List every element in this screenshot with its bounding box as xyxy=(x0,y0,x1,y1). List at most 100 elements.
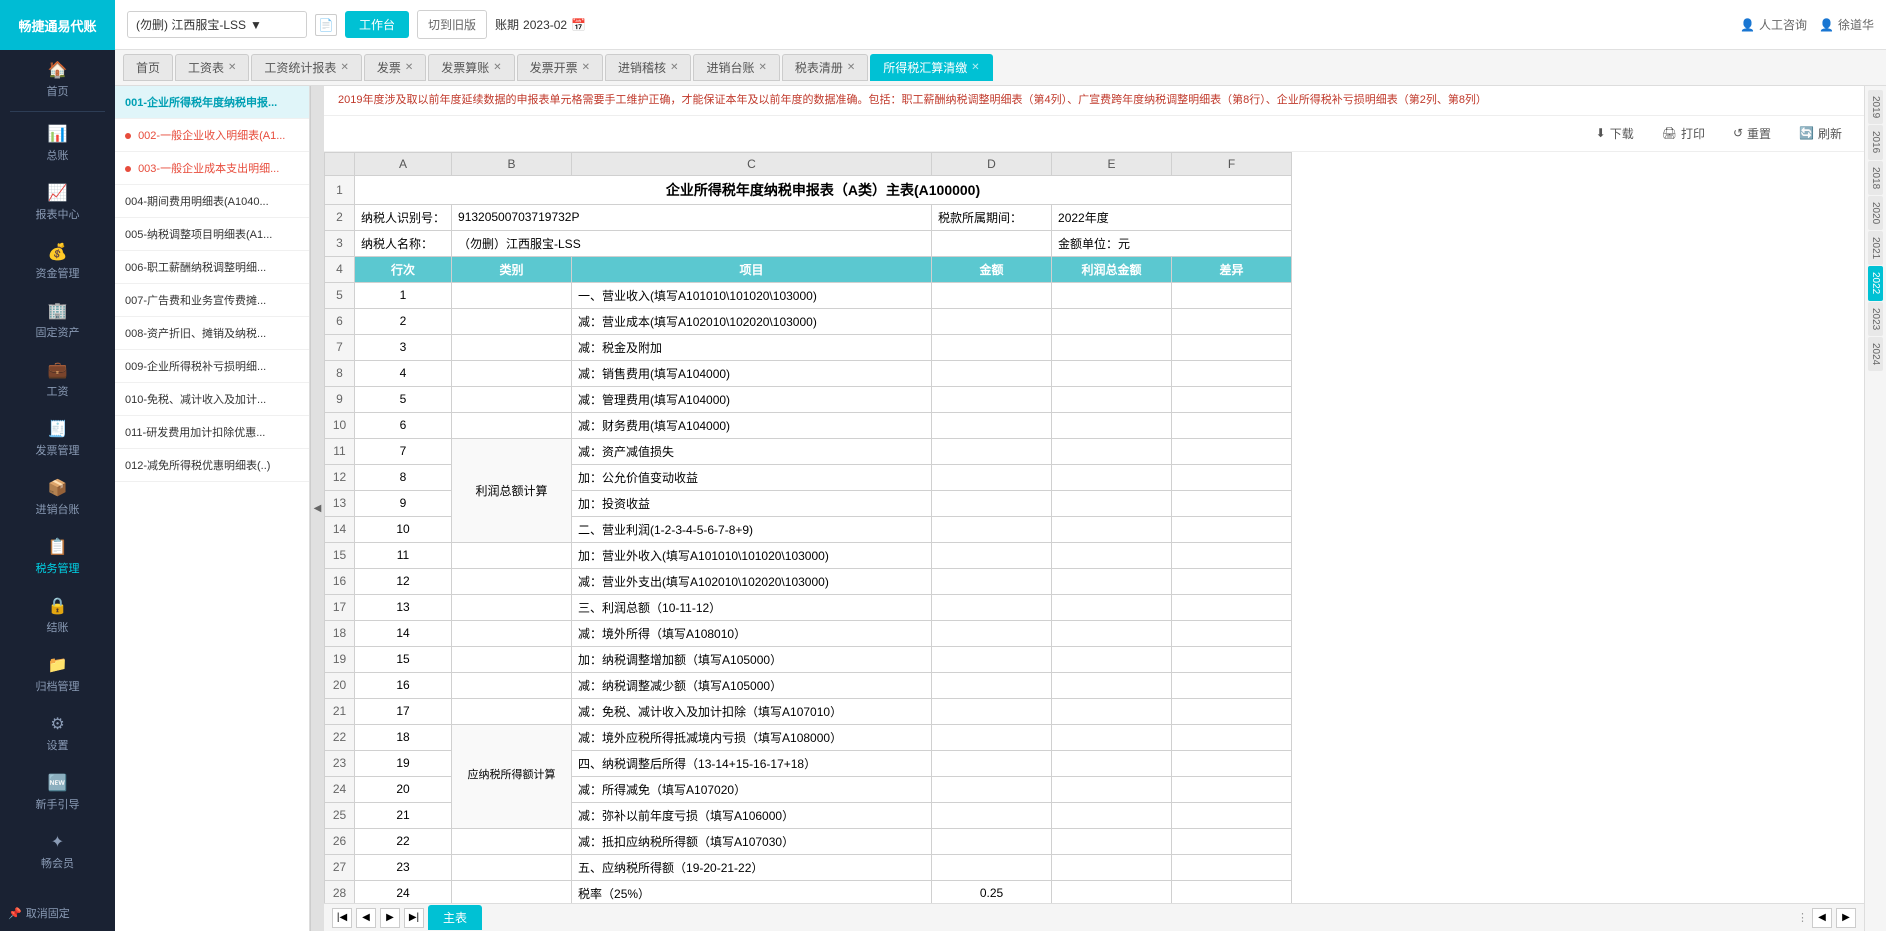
table-row: 20 16 减：纳税调整减少额（填写A105000） xyxy=(325,672,1292,698)
tab-close-icon[interactable]: ✕ xyxy=(758,62,766,73)
bottom-tab-main[interactable]: 主表 xyxy=(428,905,482,930)
tab-payroll-stat[interactable]: 工资统计报表 ✕ xyxy=(251,54,361,81)
year-item-2018[interactable]: 2018 xyxy=(1868,161,1883,195)
nav-first-btn[interactable]: |◀ xyxy=(332,908,352,928)
tab-payroll[interactable]: 工资表 ✕ xyxy=(175,54,249,81)
tab-close-icon[interactable]: ✕ xyxy=(582,62,590,73)
tab-close-icon[interactable]: ✕ xyxy=(405,62,413,73)
spreadsheet: A B C D E F 1 企业所 xyxy=(324,152,1292,904)
year-item-2022[interactable]: 2022 xyxy=(1868,266,1883,300)
table-row: 22 18 应纳税所得额计算 减：境外应税所得抵减境内亏损（填写A108000） xyxy=(325,724,1292,750)
left-panel-item-010[interactable]: 010-免税、减计收入及加计... xyxy=(115,383,309,416)
left-panel-item-006[interactable]: 006-职工薪酬纳税调整明细... xyxy=(115,251,309,284)
left-panel-item-label: 003-一般企业成本支出明细... xyxy=(138,163,279,175)
left-panel-item-002[interactable]: 002-一般企业收入明细表(A1... xyxy=(115,119,309,152)
col-header-b: B xyxy=(452,152,572,175)
doc-icon[interactable]: 📄 xyxy=(315,14,337,36)
table-row: 28 24 税率（25%） 0.25 xyxy=(325,880,1292,903)
cancel-fixed-btn[interactable]: 📌 取消固定 xyxy=(0,895,115,931)
row-num: 4 xyxy=(325,256,355,282)
tab-home[interactable]: 首页 xyxy=(123,54,173,81)
year-item-2016[interactable]: 2016 xyxy=(1868,125,1883,159)
sidebar-item-payroll[interactable]: 💼 工资 xyxy=(0,350,115,409)
refresh-btn[interactable]: 🔄 刷新 xyxy=(1791,122,1850,145)
service-btn[interactable]: 👤 人工咨询 xyxy=(1740,16,1807,33)
col-label-a: 行次 xyxy=(355,256,452,282)
nav-prev-btn[interactable]: ◀ xyxy=(356,908,376,928)
tab-invoice-calc[interactable]: 发票算账 ✕ xyxy=(428,54,514,81)
tab-purchase-account[interactable]: 进销台账 ✕ xyxy=(693,54,779,81)
tab-close-icon[interactable]: ✕ xyxy=(228,62,236,73)
sidebar-item-invoice[interactable]: 🧾 发票管理 xyxy=(0,409,115,468)
work-btn[interactable]: 工作台 xyxy=(345,11,409,38)
left-panel-item-011[interactable]: 011-研发费用加计扣除优惠... xyxy=(115,416,309,449)
left-panel-item-001[interactable]: 001-企业所得税年度纳税申报... xyxy=(115,86,309,119)
tab-close-icon[interactable]: ✕ xyxy=(847,62,855,73)
scroll-right-btn[interactable]: ▶ xyxy=(1836,908,1856,928)
scroll-info: ⋮ xyxy=(1797,911,1808,924)
sidebar-item-fund[interactable]: 💰 资金管理 xyxy=(0,232,115,291)
spreadsheet-wrapper[interactable]: A B C D E F 1 企业所 xyxy=(324,152,1864,904)
sidebar-item-purchase[interactable]: 📦 进销台账 xyxy=(0,468,115,527)
nav-next-btn[interactable]: ▶ xyxy=(380,908,400,928)
left-panel: 001-企业所得税年度纳税申报... 002-一般企业收入明细表(A1... 0… xyxy=(115,86,310,931)
tab-close-icon[interactable]: ✕ xyxy=(971,62,979,73)
toggle-panel-btn[interactable]: ◀ xyxy=(310,86,324,931)
year-item-2023[interactable]: 2023 xyxy=(1868,302,1883,336)
left-panel-item-012[interactable]: 012-减免所得税优惠明细表(..) xyxy=(115,449,309,482)
sidebar-item-settings[interactable]: ⚙ 设置 xyxy=(0,704,115,763)
switch-btn[interactable]: 切到旧版 xyxy=(417,10,487,39)
year-item-2021[interactable]: 2021 xyxy=(1868,231,1883,265)
period-value: 2022年度 xyxy=(1052,204,1292,230)
tab-close-icon[interactable]: ✕ xyxy=(493,62,501,73)
left-panel-item-008[interactable]: 008-资产折旧、摊销及纳税... xyxy=(115,317,309,350)
sidebar-item-member[interactable]: ✦ 畅会员 xyxy=(0,822,115,881)
tab-invoice[interactable]: 发票 ✕ xyxy=(364,54,426,81)
nav-last-btn[interactable]: ▶| xyxy=(404,908,424,928)
scroll-left-btn[interactable]: ◀ xyxy=(1812,908,1832,928)
ledger-icon: 📊 xyxy=(48,124,68,144)
category-cell: 利润总额计算 xyxy=(452,438,572,542)
year-item-2020[interactable]: 2020 xyxy=(1868,196,1883,230)
year-item-2024[interactable]: 2024 xyxy=(1868,337,1883,371)
user-info[interactable]: 👤 徐道华 xyxy=(1819,16,1874,33)
left-panel-item-009[interactable]: 009-企业所得税补亏损明细... xyxy=(115,350,309,383)
table-row: 26 22 减：抵扣应纳税所得额（填写A107030） xyxy=(325,828,1292,854)
table-row: 27 23 五、应纳税所得额（19-20-21-22） xyxy=(325,854,1292,880)
download-icon: ⬇ xyxy=(1596,126,1606,140)
left-panel-item-003[interactable]: 003-一般企业成本支出明细... xyxy=(115,152,309,185)
sidebar-item-home[interactable]: 🏠 首页 xyxy=(0,50,115,109)
sidebar-item-archive[interactable]: 📁 归档管理 xyxy=(0,645,115,704)
sidebar-item-closing[interactable]: 🔒 结账 xyxy=(0,586,115,645)
sidebar-item-report[interactable]: 📈 报表中心 xyxy=(0,173,115,232)
sidebar-item-tax[interactable]: 📋 税务管理 xyxy=(0,527,115,586)
left-panel-item-007[interactable]: 007-广告费和业务宣传费摊... xyxy=(115,284,309,317)
table-row: 9 5 减：管理费用(填写A104000) xyxy=(325,386,1292,412)
report-icon: 📈 xyxy=(48,183,68,203)
tab-label: 发票算账 xyxy=(441,59,489,76)
tab-invoice-open[interactable]: 发票开票 ✕ xyxy=(517,54,603,81)
print-btn[interactable]: 🖨 打印 xyxy=(1654,122,1713,145)
row-num: 2 xyxy=(325,204,355,230)
tab-tax-clear[interactable]: 税表清册 ✕ xyxy=(782,54,868,81)
tab-close-icon[interactable]: ✕ xyxy=(340,62,348,73)
archive-icon: 📁 xyxy=(48,655,68,675)
year-item-2019[interactable]: 2019 xyxy=(1868,90,1883,124)
sidebar-item-assets[interactable]: 🏢 固定资产 xyxy=(0,291,115,350)
left-panel-item-005[interactable]: 005-纳税调整项目明细表(A1... xyxy=(115,218,309,251)
table-row: 11 7 利润总额计算 减：资产减值损失 xyxy=(325,438,1292,464)
reset-btn[interactable]: ↺ 重置 xyxy=(1725,122,1779,145)
company-selector[interactable]: (勿删) 江西服宝-LSS ▼ xyxy=(127,11,307,38)
tab-close-icon[interactable]: ✕ xyxy=(670,62,678,73)
left-panel-item-004[interactable]: 004-期间费用明细表(A1040... xyxy=(115,185,309,218)
col-header-rownum xyxy=(325,152,355,175)
download-btn[interactable]: ⬇ 下载 xyxy=(1588,122,1642,145)
sidebar-item-label: 首页 xyxy=(47,83,69,99)
sidebar-item-ledger[interactable]: 📊 总账 xyxy=(0,114,115,173)
tab-purchase-ledger[interactable]: 进销稽核 ✕ xyxy=(605,54,691,81)
sidebar-item-guide[interactable]: 🆕 新手引导 xyxy=(0,763,115,822)
tab-label: 进销稽核 xyxy=(618,59,666,76)
tab-income-tax[interactable]: 所得税汇算清缴 ✕ xyxy=(870,54,992,81)
tab-label: 首页 xyxy=(136,59,160,76)
tax-icon: 📋 xyxy=(48,537,68,557)
